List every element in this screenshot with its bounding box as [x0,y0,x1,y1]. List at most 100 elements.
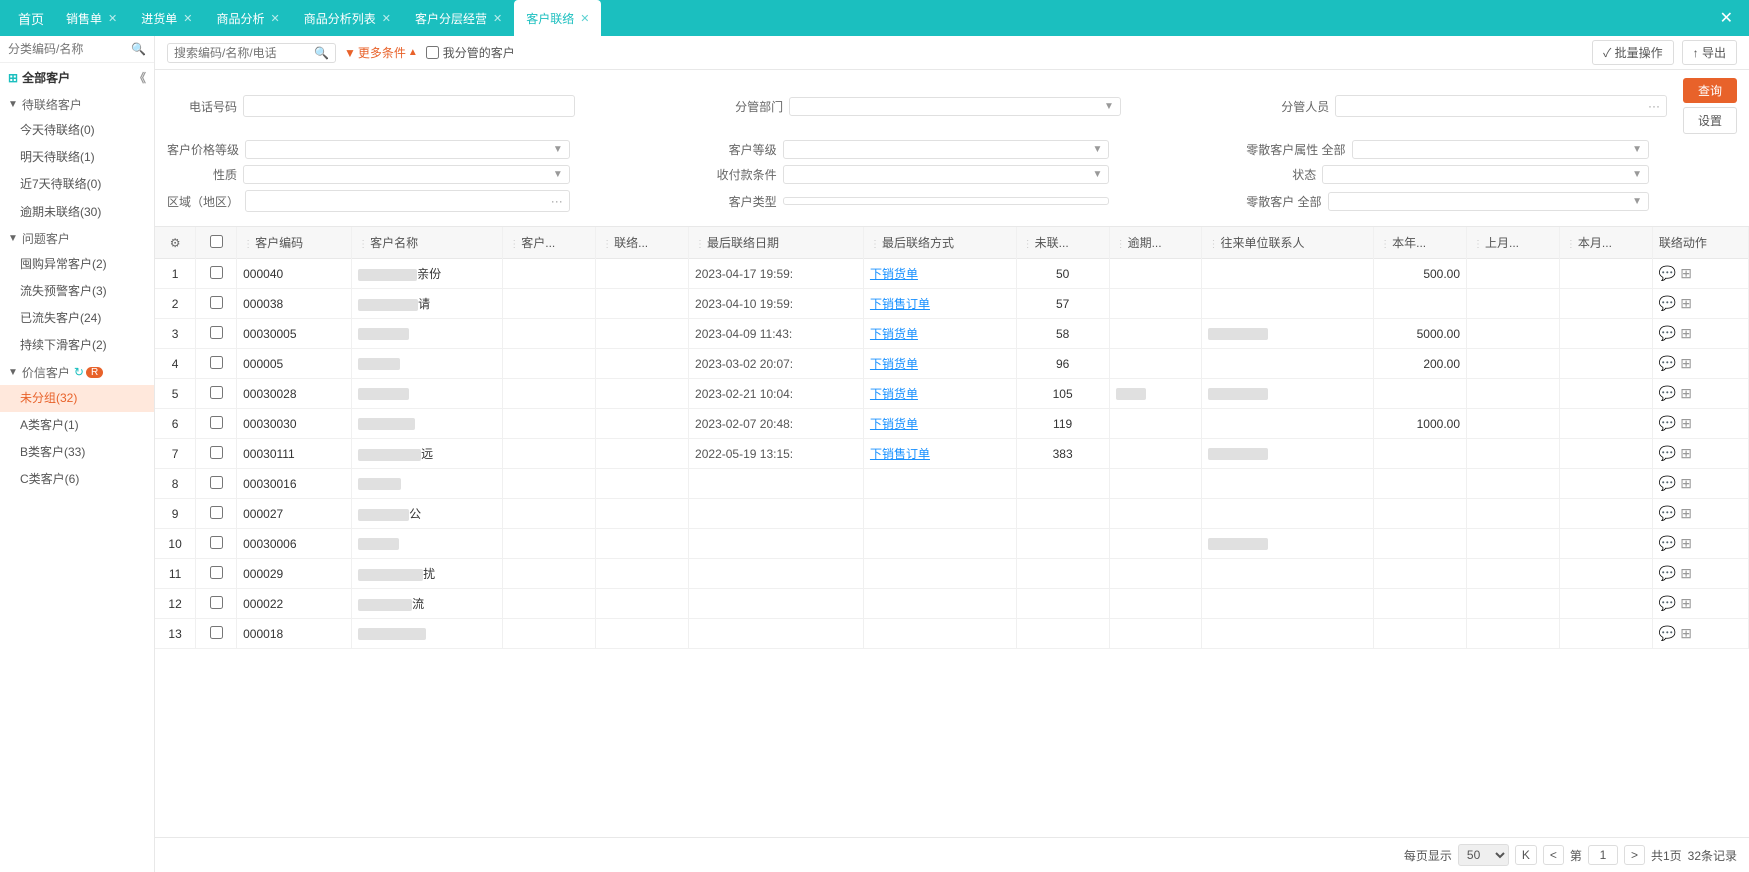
nav-home[interactable]: 首页 [8,9,54,28]
page-size-select[interactable]: 50 20 100 [1458,844,1509,866]
row-actions: 💬 ⊞ [1652,439,1748,469]
chat-icon[interactable]: 💬 [1659,385,1676,402]
row-checkbox [196,559,237,589]
customer-type-select[interactable] [783,197,1110,205]
payment-select[interactable]: ▼ [783,165,1110,184]
chat-icon[interactable]: 💬 [1659,415,1676,432]
sidebar-search-input[interactable] [8,42,127,56]
row-type [503,409,596,439]
window-close-icon[interactable]: ✕ [1712,8,1741,28]
status-select[interactable]: ▼ [1322,165,1649,184]
search-input[interactable] [174,46,314,60]
sidebar-credit-customers-group[interactable]: ▼ 价信客户 ↻ R [0,360,154,385]
customer-level-select[interactable]: ▼ [783,140,1110,159]
grid-action-icon[interactable]: ⊞ [1680,595,1692,612]
row-unit-contact [1202,439,1374,469]
more-conditions-btn[interactable]: ▼ 更多条件 ▲ [344,44,418,61]
nature-select[interactable]: ▼ [243,165,570,184]
close-icon[interactable]: ✕ [493,12,502,25]
grid-action-icon[interactable]: ⊞ [1680,445,1692,462]
sidebar-item-ungroup[interactable]: 未分组(32) [0,385,154,412]
tab-purchase-order[interactable]: 进货单 ✕ [129,0,204,36]
grid-action-icon[interactable]: ⊞ [1680,355,1692,372]
region-select[interactable]: ··· [245,190,570,212]
close-icon[interactable]: ✕ [382,12,391,25]
row-no-contact: 50 [1016,259,1109,289]
row-last-date: 2023-03-02 20:07: [689,349,864,379]
page-number-input[interactable] [1588,845,1618,865]
batch-op-button[interactable]: ✓ 批量操作 [1592,40,1674,65]
settings-icon[interactable]: ⚙ [170,236,181,250]
sidebar-item-loss-warning[interactable]: 流失预警客户(3) [0,278,154,305]
retail-customer-select[interactable]: ▼ [1328,192,1649,211]
sidebar-item-7days-wait[interactable]: 近7天待联络(0) [0,171,154,198]
chat-icon[interactable]: 💬 [1659,265,1676,282]
tab-customer-segment[interactable]: 客户分层经营 ✕ [403,0,514,36]
close-icon[interactable]: ✕ [580,12,589,25]
chat-icon[interactable]: 💬 [1659,295,1676,312]
row-code: 000005 [237,349,352,379]
prev-page-btn[interactable]: < [1543,845,1564,865]
chat-icon[interactable]: 💬 [1659,625,1676,642]
chat-icon[interactable]: 💬 [1659,505,1676,522]
next-page-btn[interactable]: > [1624,845,1645,865]
sidebar-all-customers[interactable]: ⊞ 全部客户 《 [0,63,154,92]
chat-icon[interactable]: 💬 [1659,595,1676,612]
close-icon[interactable]: ✕ [108,12,117,25]
reset-button[interactable]: 设置 [1683,107,1737,134]
chat-icon[interactable]: 💬 [1659,445,1676,462]
dots-icon[interactable]: ··· [551,194,563,208]
chat-icon[interactable]: 💬 [1659,475,1676,492]
my-customer-check[interactable] [426,46,439,59]
refresh-icon[interactable]: ↻ [74,365,84,379]
collapse-icon[interactable]: 《 [134,69,146,86]
dots-icon[interactable]: ··· [1648,99,1660,113]
sidebar-item-overdue-wait[interactable]: 逾期未联络(30) [0,199,154,226]
sidebar-problem-customers-group[interactable]: ▼ 问题客户 [0,226,154,251]
tab-product-analysis[interactable]: 商品分析 ✕ [204,0,291,36]
col-settings: ⚙ [155,227,196,259]
my-customer-checkbox[interactable]: 我分管的客户 [426,44,515,61]
sidebar-item-declining[interactable]: 持续下滑客户(2) [0,332,154,359]
sidebar-item-type-b[interactable]: B类客户(33) [0,439,154,466]
chat-icon[interactable]: 💬 [1659,355,1676,372]
grid-action-icon[interactable]: ⊞ [1680,295,1692,312]
sidebar-item-type-a[interactable]: A类客户(1) [0,412,154,439]
sidebar-item-type-c[interactable]: C类客户(6) [0,466,154,493]
sidebar-item-lost[interactable]: 已流失客户(24) [0,305,154,332]
close-icon[interactable]: ✕ [271,12,280,25]
grid-action-icon[interactable]: ⊞ [1680,505,1692,522]
chat-icon[interactable]: 💬 [1659,565,1676,582]
price-level-select[interactable]: ▼ [245,140,570,159]
row-type [503,589,596,619]
sidebar-item-tomorrow-wait[interactable]: 明天待联络(1) [0,144,154,171]
row-this-year: 500.00 [1374,259,1467,289]
chat-icon[interactable]: 💬 [1659,325,1676,342]
query-button[interactable]: 查询 [1683,78,1737,103]
row-this-year [1374,619,1467,649]
phone-input[interactable] [243,95,575,117]
grid-action-icon[interactable]: ⊞ [1680,565,1692,582]
retail-attr-select[interactable]: ▼ [1352,140,1649,159]
grid-action-icon[interactable]: ⊞ [1680,625,1692,642]
sidebar-item-hoard-abnormal[interactable]: 囤购异常客户(2) [0,251,154,278]
tab-customer-contact[interactable]: 客户联络 ✕ [514,0,601,36]
tab-product-analysis-list[interactable]: 商品分析列表 ✕ [292,0,403,36]
dept-select[interactable]: ▼ [789,97,1121,116]
sidebar-wait-contact-group[interactable]: ▼ 待联络客户 [0,92,154,117]
first-page-btn[interactable]: K [1515,845,1537,865]
select-all-checkbox[interactable] [210,235,223,248]
sidebar-item-today-wait[interactable]: 今天待联络(0) [0,117,154,144]
person-select[interactable]: ··· [1335,95,1667,117]
grid-action-icon[interactable]: ⊞ [1680,535,1692,552]
grid-action-icon[interactable]: ⊞ [1680,325,1692,342]
grid-action-icon[interactable]: ⊞ [1680,265,1692,282]
grid-action-icon[interactable]: ⊞ [1680,385,1692,402]
grid-action-icon[interactable]: ⊞ [1680,415,1692,432]
tab-sales-order[interactable]: 销售单 ✕ [54,0,129,36]
data-table: ⚙ ⋮客户编码 ⋮客户名称 ⋮客户... [155,227,1749,649]
grid-action-icon[interactable]: ⊞ [1680,475,1692,492]
export-button[interactable]: ↑ 导出 [1682,40,1737,65]
chat-icon[interactable]: 💬 [1659,535,1676,552]
close-icon[interactable]: ✕ [183,12,192,25]
